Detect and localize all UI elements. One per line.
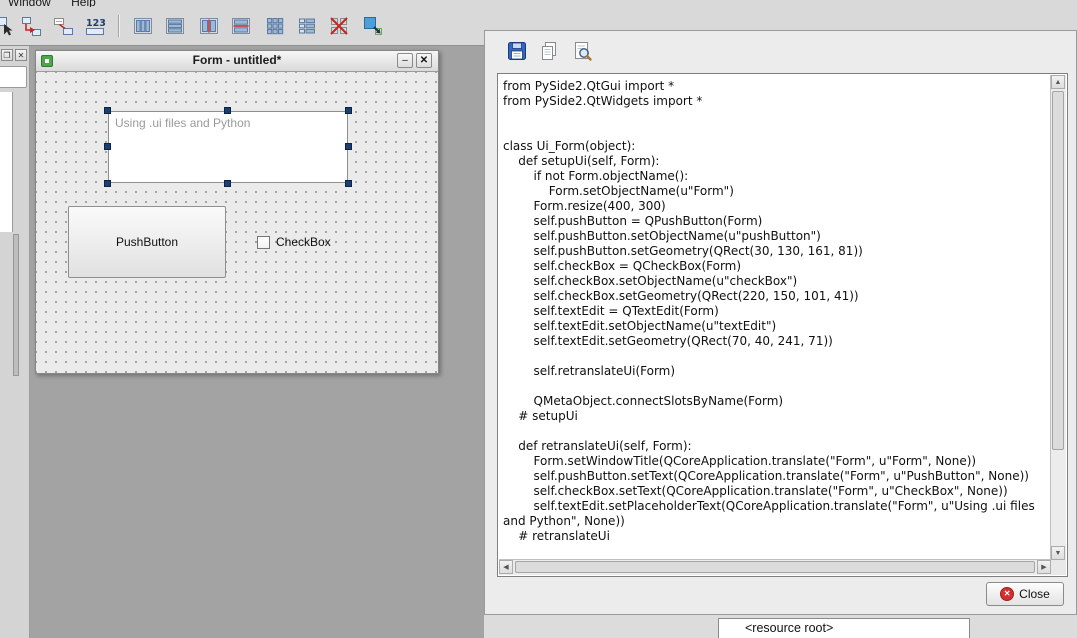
vertical-scrollbar-thumb[interactable] <box>1052 91 1064 450</box>
dock-float-icon[interactable]: ❐ <box>1 49 13 61</box>
horizontal-scrollbar[interactable]: ◀ ▶ <box>499 559 1051 575</box>
widget-box-dock-fragment: ❐ ✕ <box>0 46 30 638</box>
menu-help[interactable]: Help <box>71 0 96 7</box>
layout-vertical-splitter-button[interactable] <box>227 12 255 40</box>
textedit-placeholder: Using .ui files and Python <box>109 112 347 134</box>
selection-handle[interactable] <box>345 180 352 187</box>
form-editor-window[interactable]: Form - untitled* – ✕ Using .ui files and… <box>35 50 439 374</box>
selection-handle[interactable] <box>224 180 231 187</box>
svg-text:123: 123 <box>86 18 106 29</box>
pushbutton-widget[interactable]: PushButton <box>68 206 226 278</box>
minimize-button[interactable]: – <box>397 53 413 68</box>
menubar: Window Help <box>0 0 1077 7</box>
scroll-right-icon[interactable]: ▶ <box>1037 560 1051 574</box>
layout-form-icon <box>296 15 318 37</box>
copy-icon <box>538 40 560 62</box>
scrollbar-corner <box>1051 560 1066 575</box>
checkbox-box-icon[interactable] <box>257 236 270 249</box>
layout-horizontal-splitter-button[interactable] <box>195 12 223 40</box>
selection-handle[interactable] <box>104 143 111 150</box>
dock-scrollbar-fragment[interactable] <box>13 234 19 376</box>
menu-window[interactable]: Window <box>8 0 51 7</box>
copy-button[interactable] <box>537 39 561 63</box>
form-window-title: Form - untitled* <box>36 53 438 67</box>
scroll-left-icon[interactable]: ◀ <box>499 560 513 574</box>
layout-grid-icon <box>264 15 286 37</box>
layout-horizontal-splitter-icon <box>198 15 220 37</box>
break-layout-button[interactable] <box>325 12 353 40</box>
horizontal-scrollbar-thumb[interactable] <box>515 561 1035 573</box>
adjust-size-button[interactable] <box>359 12 387 40</box>
edit-buddies-icon <box>52 15 74 37</box>
selection-handle[interactable] <box>345 107 352 114</box>
layout-horizontal-icon <box>132 15 154 37</box>
resource-root-label: <resource root> <box>745 621 833 635</box>
save-icon <box>506 40 528 62</box>
pushbutton-label: PushButton <box>116 235 178 249</box>
resource-browser-fragment: <resource root> <box>484 615 1077 638</box>
checkbox-label: CheckBox <box>276 235 331 249</box>
textedit-widget[interactable]: Using .ui files and Python <box>108 111 348 183</box>
toolbar-separator <box>118 15 119 37</box>
selection-handle[interactable] <box>224 107 231 114</box>
checkbox-widget[interactable]: CheckBox <box>257 234 331 250</box>
qt-designer-window: Window Help <box>0 0 1077 638</box>
layout-vertical-splitter-icon <box>230 15 252 37</box>
widget-list-fragment[interactable] <box>0 92 13 232</box>
edit-buddies-button[interactable] <box>49 12 77 40</box>
selection-handle[interactable] <box>345 143 352 150</box>
layout-vertical-button[interactable] <box>161 12 189 40</box>
scroll-down-icon[interactable]: ▼ <box>1051 546 1065 560</box>
scroll-up-icon[interactable]: ▲ <box>1051 75 1065 89</box>
close-red-icon: ✕ <box>1000 587 1014 601</box>
dock-close-icon[interactable]: ✕ <box>15 49 27 61</box>
save-button[interactable] <box>505 39 529 63</box>
edit-tab-order-button[interactable]: 123 <box>81 12 109 40</box>
edit-widgets-icon <box>0 15 15 37</box>
selection-handle[interactable] <box>104 107 111 114</box>
code-preview-panel: from PySide2.QtGui import * from PySide2… <box>484 30 1077 615</box>
edit-signals-slots-button[interactable] <box>17 12 45 40</box>
edit-tab-order-icon: 123 <box>84 15 106 37</box>
form-canvas[interactable]: Using .ui files and Python PushButton Ch… <box>36 72 438 373</box>
form-titlebar[interactable]: Form - untitled* – ✕ <box>36 51 438 72</box>
edit-signals-slots-icon <box>20 15 42 37</box>
selection-handle[interactable] <box>104 180 111 187</box>
code-view[interactable]: from PySide2.QtGui import * from PySide2… <box>497 73 1068 577</box>
resource-root-item[interactable]: <resource root> <box>718 618 970 638</box>
layout-vertical-icon <box>164 15 186 37</box>
generated-code-text[interactable]: from PySide2.QtGui import * from PySide2… <box>503 79 1047 556</box>
close-dialog-button[interactable]: ✕ Close <box>986 582 1064 606</box>
edit-widgets-button[interactable] <box>0 12 18 40</box>
vertical-scrollbar[interactable]: ▲ ▼ <box>1050 75 1066 560</box>
adjust-size-icon <box>362 15 384 37</box>
close-button[interactable]: ✕ <box>416 53 432 68</box>
find-icon <box>571 40 593 62</box>
widget-filter-field-fragment[interactable] <box>0 66 27 88</box>
layout-grid-button[interactable] <box>261 12 289 40</box>
close-button-label: Close <box>1019 587 1050 601</box>
layout-form-button[interactable] <box>293 12 321 40</box>
break-layout-icon <box>328 15 350 37</box>
find-button[interactable] <box>570 39 594 63</box>
layout-horizontal-button[interactable] <box>129 12 157 40</box>
